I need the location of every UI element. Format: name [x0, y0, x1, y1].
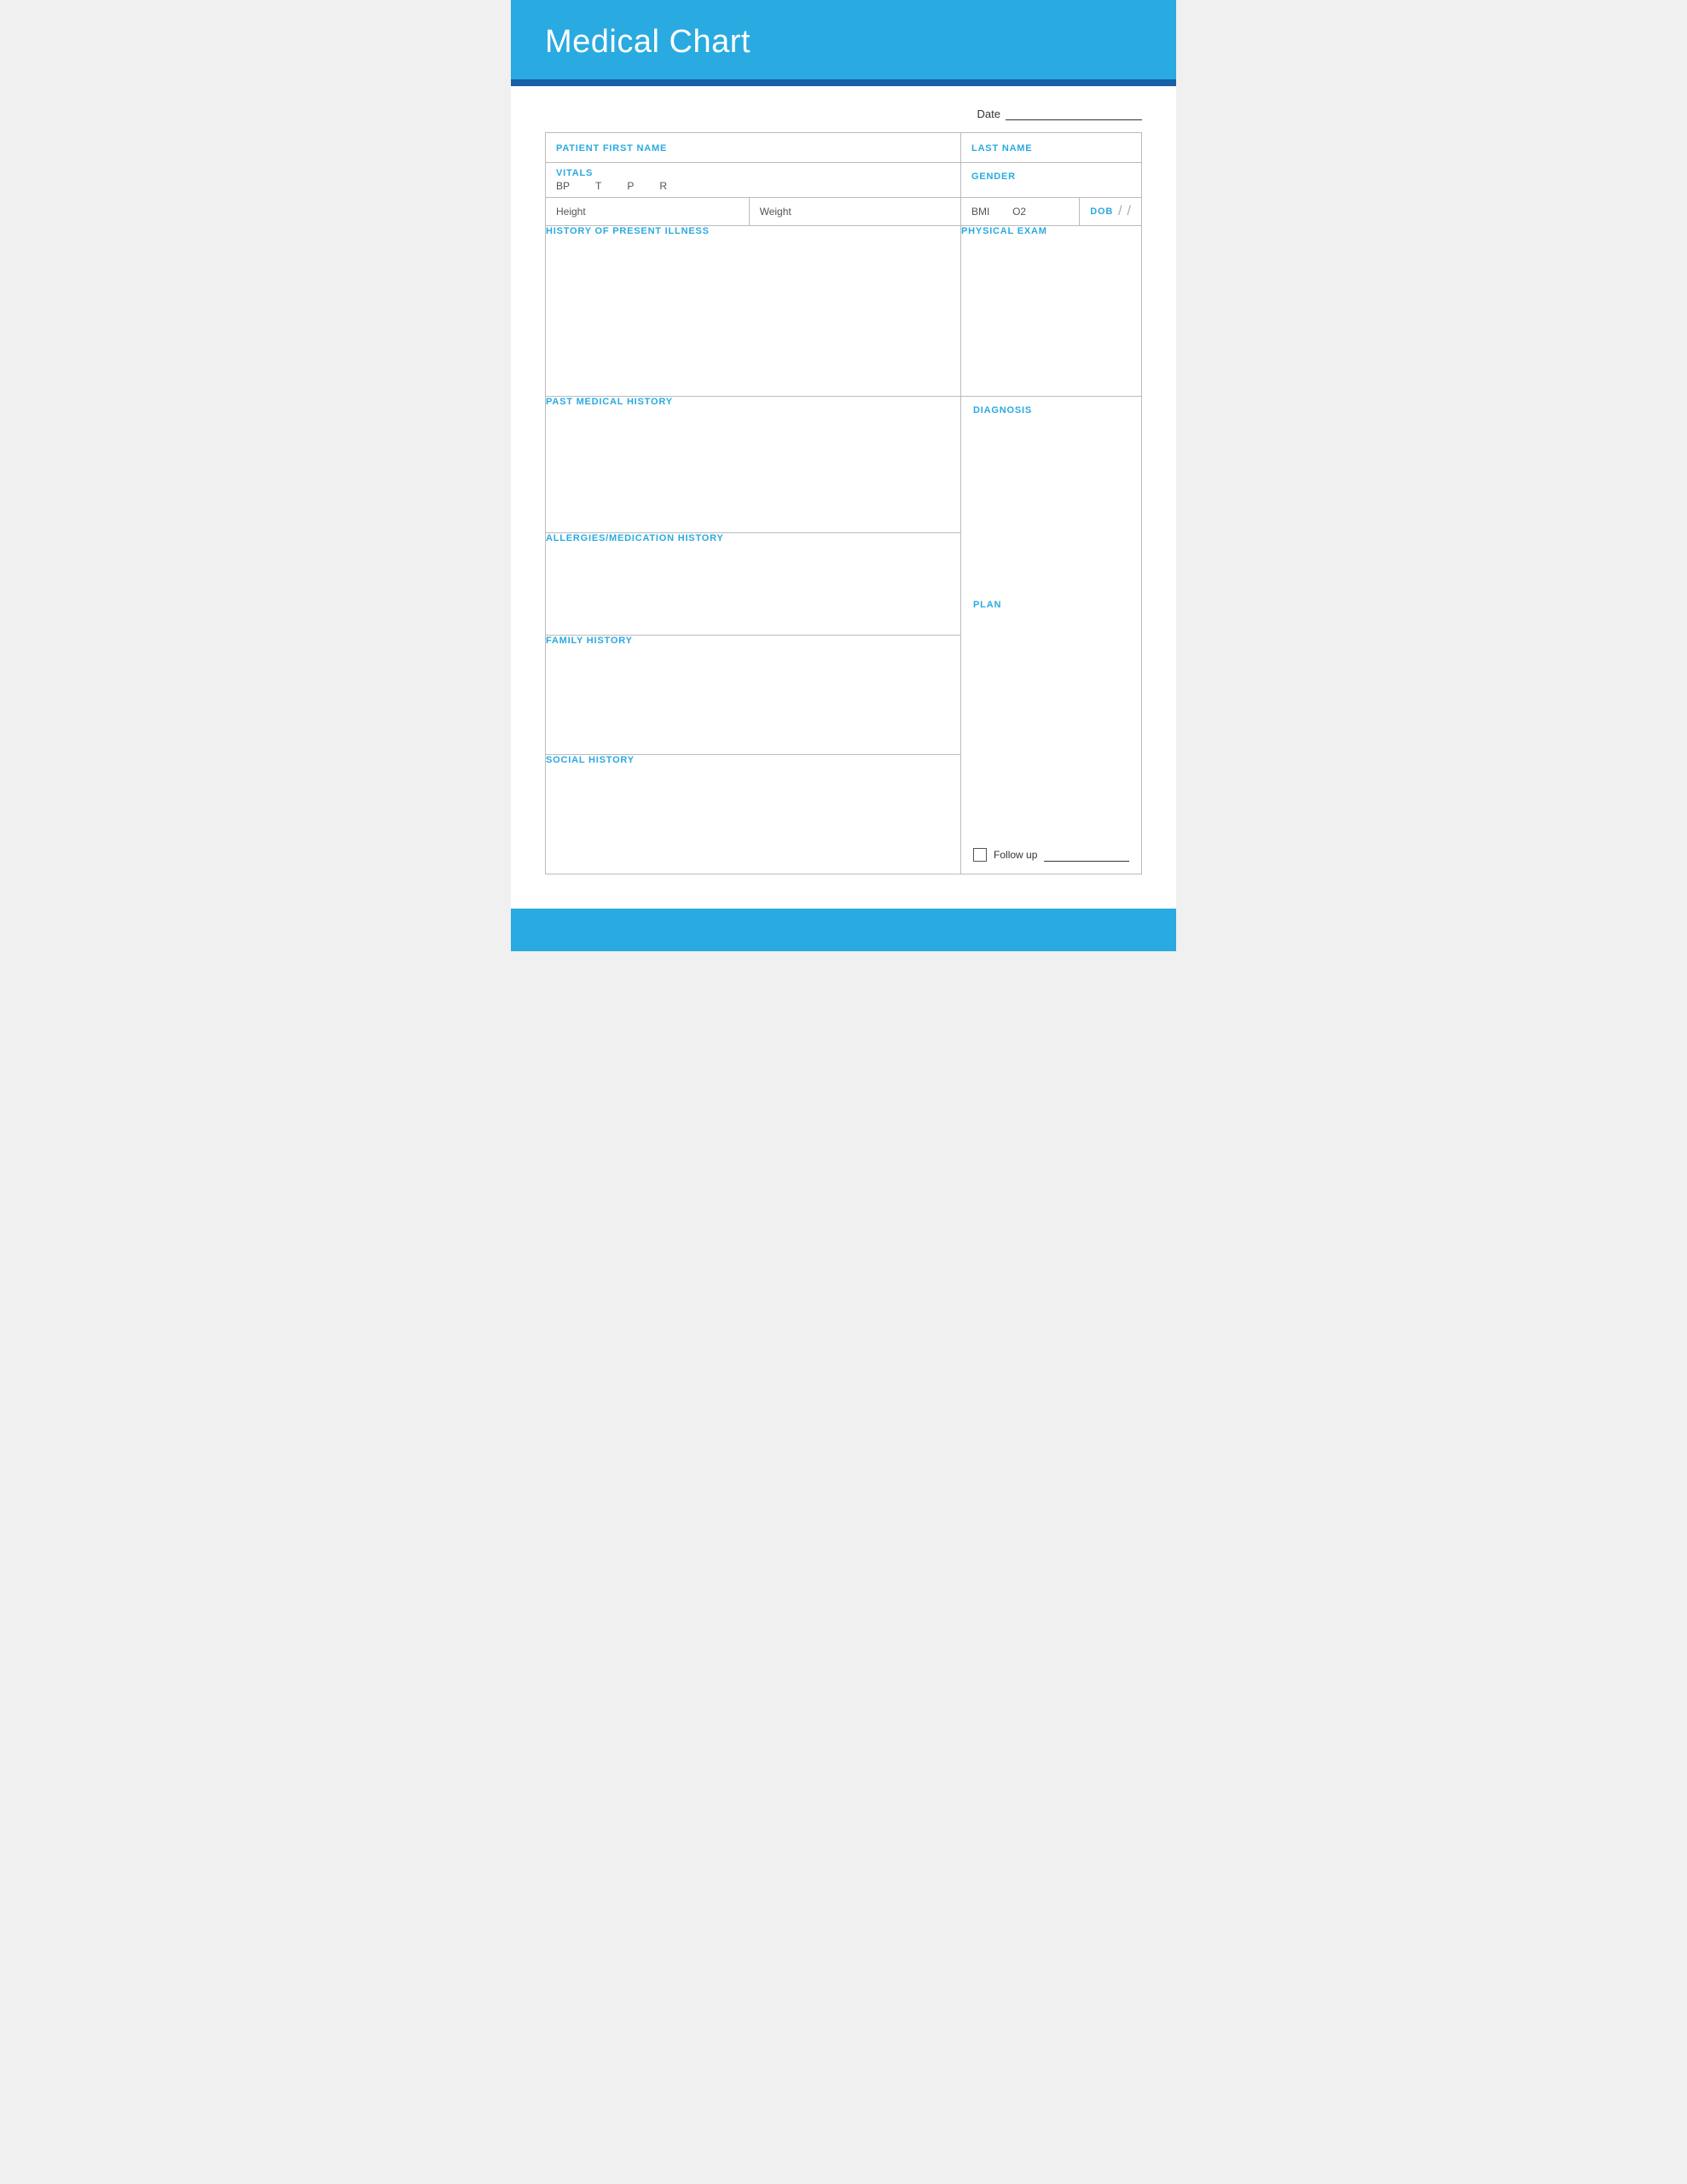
date-row: Date	[545, 107, 1142, 120]
follow-up-checkbox[interactable]	[973, 848, 987, 862]
footer	[511, 909, 1176, 951]
vitals-cell: VITALS BP T P R	[546, 163, 961, 198]
header-stripe	[511, 79, 1176, 86]
patient-name-row: PATIENT FIRST NAME LAST NAME	[546, 133, 1142, 163]
content-area: Date PATIENT FIRST NAME LAST NAME VITALS…	[511, 86, 1176, 909]
history-physical-row: HISTORY OF PRESENT ILLNESS PHYSICAL EXAM	[546, 226, 1142, 397]
bmi-o2-cell: BMI O2	[961, 198, 1080, 226]
past-medical-history-label: PAST MEDICAL HISTORY	[546, 397, 960, 407]
header: Medical Chart	[511, 0, 1176, 79]
t-label: T	[595, 180, 601, 192]
past-medical-row: PAST MEDICAL HISTORY DIAGNOSIS PLAN Foll	[546, 397, 1142, 533]
patient-last-name-cell: LAST NAME	[961, 133, 1142, 163]
bmi-label: BMI	[971, 206, 989, 218]
height-label: Height	[556, 206, 586, 218]
physical-exam-cell: PHYSICAL EXAM	[961, 226, 1142, 397]
social-history-label: SOCIAL HISTORY	[546, 755, 960, 765]
gender-cell: GENDER	[961, 163, 1142, 198]
allergies-label: ALLERGIES/MEDICATION HISTORY	[546, 533, 960, 543]
diagnosis-label: DIAGNOSIS	[973, 405, 1129, 415]
page-title: Medical Chart	[545, 24, 1142, 61]
date-label: Date	[977, 107, 1000, 120]
dob-label: DOB	[1090, 206, 1113, 217]
patient-last-name-label: LAST NAME	[971, 143, 1032, 154]
vitals-bp-row: BP T P R	[556, 180, 950, 192]
history-of-present-illness-cell: HISTORY OF PRESENT ILLNESS	[546, 226, 961, 397]
vitals-label: VITALS	[556, 168, 950, 178]
dob-cell: DOB / /	[1080, 198, 1142, 226]
patient-first-name-cell: PATIENT FIRST NAME	[546, 133, 961, 163]
follow-up-line	[1044, 848, 1129, 862]
height-cell: Height	[546, 198, 750, 226]
weight-label: Weight	[760, 206, 791, 218]
follow-up-area: Follow up	[973, 839, 1129, 865]
gender-label: GENDER	[971, 171, 1016, 182]
physical-exam-label: PHYSICAL EXAM	[961, 226, 1141, 236]
o2-label: O2	[1012, 206, 1026, 218]
past-medical-history-cell: PAST MEDICAL HISTORY	[546, 397, 961, 533]
family-history-label: FAMILY HISTORY	[546, 636, 960, 646]
patient-first-name-label: PATIENT FIRST NAME	[556, 143, 667, 154]
p-label: P	[627, 180, 634, 192]
medical-chart-table: PATIENT FIRST NAME LAST NAME VITALS BP T…	[545, 132, 1142, 874]
vitals-row: VITALS BP T P R GENDER	[546, 163, 1142, 198]
family-history-cell: FAMILY HISTORY	[546, 636, 961, 755]
weight-cell: Weight	[749, 198, 960, 226]
follow-up-label: Follow up	[994, 849, 1037, 861]
dob-slash-1: /	[1118, 204, 1122, 219]
history-of-present-illness-label: HISTORY OF PRESENT ILLNESS	[546, 226, 960, 236]
dob-slash-2: /	[1128, 204, 1131, 219]
diagnosis-plan-cell: DIAGNOSIS PLAN Follow up	[961, 397, 1142, 874]
bp-label: BP	[556, 180, 570, 192]
social-history-cell: SOCIAL HISTORY	[546, 755, 961, 874]
measurements-row: Height Weight BMI O2 DOB / /	[546, 198, 1142, 226]
r-label: R	[659, 180, 667, 192]
allergies-cell: ALLERGIES/MEDICATION HISTORY	[546, 533, 961, 636]
date-line[interactable]	[1006, 107, 1142, 120]
plan-label: PLAN	[973, 600, 1129, 610]
